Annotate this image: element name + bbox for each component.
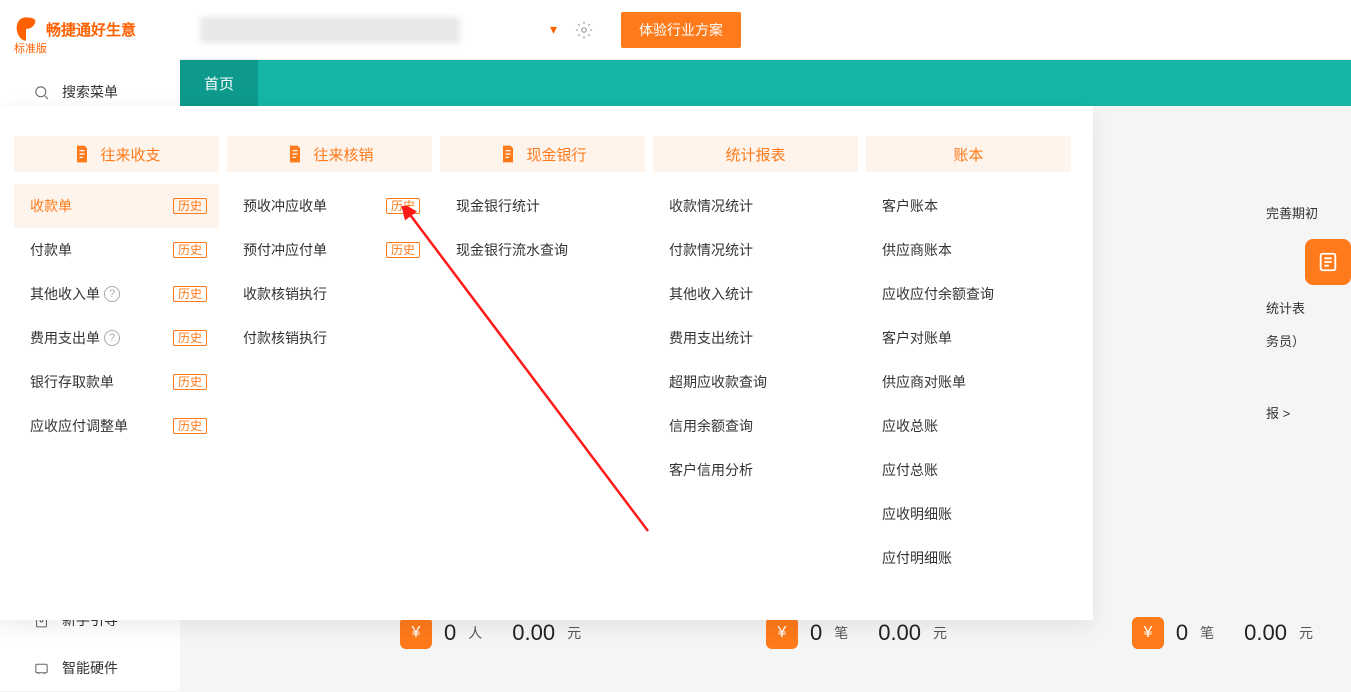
mega-item[interactable]: 其他收入单?历史 — [14, 272, 219, 316]
history-badge[interactable]: 历史 — [173, 198, 207, 214]
history-badge[interactable]: 历史 — [386, 242, 420, 258]
mega-item[interactable]: 供应商账本 — [866, 228, 1071, 272]
mega-item[interactable]: 银行存取款单历史 — [14, 360, 219, 404]
tab-home[interactable]: 首页 — [180, 60, 258, 106]
mega-item[interactable]: 费用支出统计 — [653, 316, 858, 360]
mega-item[interactable]: 应收应付余额查询 — [866, 272, 1071, 316]
mega-item[interactable]: 收款核销执行 — [227, 272, 432, 316]
logo: 畅捷通好生意 标准版 — [0, 0, 180, 58]
mega-col-header: 往来核销 — [227, 136, 432, 172]
people-icon: ¥ — [400, 617, 432, 649]
mega-item[interactable]: 预付冲应付单历史 — [227, 228, 432, 272]
nav-icon-0 — [32, 83, 50, 101]
mega-item[interactable]: 供应商对账单 — [866, 360, 1071, 404]
brand-name: 畅捷通好生意 — [46, 19, 136, 40]
tab-strip: 首页 — [180, 60, 1351, 106]
history-badge[interactable]: 历史 — [173, 418, 207, 434]
mega-item[interactable]: 超期应收款查询 — [653, 360, 858, 404]
nav-label: 智能硬件 — [62, 658, 118, 678]
mega-item[interactable]: 其他收入统计 — [653, 272, 858, 316]
history-badge[interactable]: 历史 — [173, 242, 207, 258]
org-name-blurred[interactable] — [200, 17, 460, 43]
mega-item[interactable]: 客户对账单 — [866, 316, 1071, 360]
mega-col-0: 往来收支收款单历史付款单历史其他收入单?历史费用支出单?历史银行存取款单历史应收… — [14, 136, 219, 580]
sidebar-item-12[interactable]: 智能硬件 — [0, 644, 180, 692]
right-hints: 完善期初 统计表 务员） 报 > — [1266, 120, 1351, 431]
mega-item[interactable]: 客户账本 — [866, 184, 1071, 228]
wallet-icon: ¥ — [1132, 617, 1164, 649]
mega-item[interactable]: 应收明细账 — [866, 492, 1071, 536]
mega-item[interactable]: 应收应付调整单历史 — [14, 404, 219, 448]
history-badge[interactable]: 历史 — [386, 198, 420, 214]
mega-col-header: 往来收支 — [14, 136, 219, 172]
gear-icon[interactable] — [575, 21, 593, 39]
mega-item[interactable]: 收款情况统计 — [653, 184, 858, 228]
mega-item[interactable]: 应付明细账 — [866, 536, 1071, 580]
mega-col-3: 统计报表收款情况统计付款情况统计其他收入统计费用支出统计超期应收款查询信用余额查… — [653, 136, 858, 580]
nav-label: 搜索菜单 — [62, 82, 118, 102]
mega-item[interactable]: 付款单历史 — [14, 228, 219, 272]
mega-item[interactable]: 信用余额查询 — [653, 404, 858, 448]
mega-item[interactable]: 现金银行流水查询 — [440, 228, 645, 272]
mega-item[interactable]: 付款情况统计 — [653, 228, 858, 272]
industry-plan-button[interactable]: 体验行业方案 — [621, 12, 741, 48]
mega-item[interactable]: 客户信用分析 — [653, 448, 858, 492]
history-badge[interactable]: 历史 — [173, 374, 207, 390]
mega-item[interactable]: 现金银行统计 — [440, 184, 645, 228]
mega-item[interactable]: 收款单历史 — [14, 184, 219, 228]
mega-item[interactable]: 应付总账 — [866, 448, 1071, 492]
nav-icon-12 — [32, 659, 50, 677]
mega-item[interactable]: 应收总账 — [866, 404, 1071, 448]
history-badge[interactable]: 历史 — [173, 286, 207, 302]
history-badge[interactable]: 历史 — [173, 330, 207, 346]
mega-col-header: 统计报表 — [653, 136, 858, 172]
mega-menu: 往来收支收款单历史付款单历史其他收入单?历史费用支出单?历史银行存取款单历史应收… — [0, 106, 1093, 620]
logo-icon — [12, 15, 40, 43]
mega-col-header: 现金银行 — [440, 136, 645, 172]
mega-col-4: 账本客户账本供应商账本应收应付余额查询客户对账单供应商对账单应收总账应付总账应收… — [866, 136, 1071, 580]
mega-item[interactable]: 付款核销执行 — [227, 316, 432, 360]
topbar: ▾ 体验行业方案 — [180, 0, 1351, 60]
help-icon[interactable]: ? — [104, 286, 120, 302]
report-icon[interactable] — [1305, 239, 1351, 285]
mega-col-1: 往来核销预收冲应收单历史预付冲应付单历史收款核销执行付款核销执行 — [227, 136, 432, 580]
help-icon[interactable]: ? — [104, 330, 120, 346]
money-icon: ¥ — [766, 617, 798, 649]
brand-tag: 标准版 — [14, 40, 47, 56]
stats-row: ¥ 0人 0.00元 ¥ 0笔 0.00元 ¥ 0笔 0.00元 — [400, 617, 1331, 649]
chevron-down-icon[interactable]: ▾ — [550, 21, 557, 38]
mega-item[interactable]: 费用支出单?历史 — [14, 316, 219, 360]
stat-count2: ¥ 0笔 0.00元 — [1132, 617, 1331, 649]
mega-item[interactable]: 预收冲应收单历史 — [227, 184, 432, 228]
mega-col-header: 账本 — [866, 136, 1071, 172]
stat-count1: ¥ 0笔 0.00元 — [766, 617, 965, 649]
stat-people: ¥ 0人 0.00元 — [400, 617, 599, 649]
mega-col-2: 现金银行现金银行统计现金银行流水查询 — [440, 136, 645, 580]
